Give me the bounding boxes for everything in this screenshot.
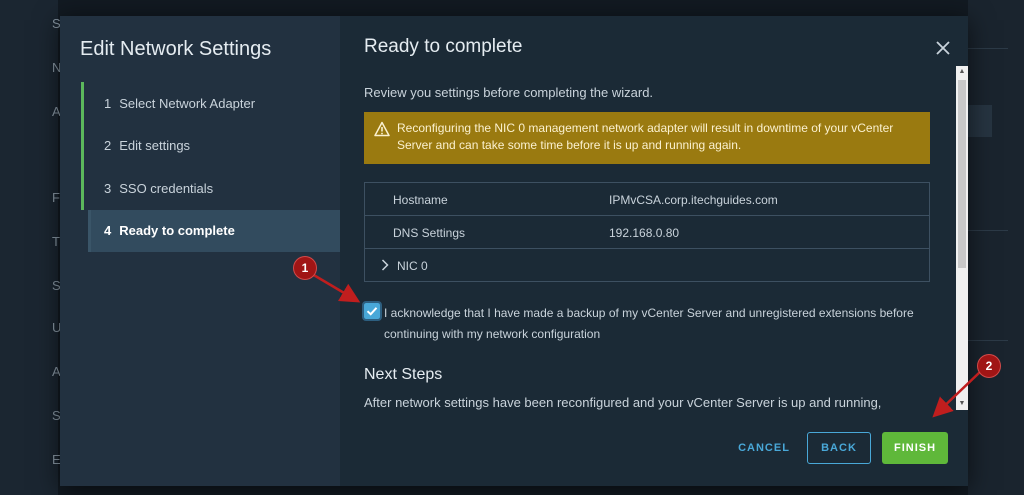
acknowledge-checkbox[interactable]	[362, 301, 382, 321]
finish-button[interactable]: FINISH	[882, 432, 948, 464]
content-scroll-area[interactable]: Review you settings before completing th…	[340, 66, 956, 410]
background-letter: F	[52, 190, 60, 205]
step-sso-credentials[interactable]: 3 SSO credentials	[81, 167, 340, 210]
background-letter: T	[52, 234, 60, 249]
wizard-step-list: 1 Select Network Adapter 2 Edit settings…	[81, 82, 340, 252]
nic-label: NIC 0	[397, 259, 428, 273]
step-number: 2	[104, 138, 112, 154]
back-button[interactable]: BACK	[807, 432, 871, 464]
nic-expander-row[interactable]: NIC 0	[365, 249, 929, 282]
page-title: Ready to complete	[364, 36, 523, 57]
warning-icon	[374, 121, 390, 137]
step-label: SSO credentials	[119, 180, 214, 196]
step-label: Edit settings	[119, 138, 191, 154]
next-steps-text: After network settings have been reconfi…	[364, 395, 882, 410]
scroll-down-arrow-icon[interactable]: ▼	[956, 398, 968, 410]
warning-text: Reconfiguring the NIC 0 management netwo…	[397, 121, 894, 152]
summary-table: Hostname IPMvCSA.corp.itechguides.com DN…	[364, 182, 930, 282]
hostname-label: Hostname	[393, 193, 448, 207]
table-row: Hostname IPMvCSA.corp.itechguides.com	[365, 183, 929, 216]
step-label: Ready to complete	[119, 223, 235, 239]
step-ready-to-complete[interactable]: 4 Ready to complete	[88, 209, 340, 252]
background-divider	[968, 48, 1008, 49]
annotation-badge-1: 1	[294, 257, 316, 279]
step-number: 1	[104, 95, 112, 111]
warning-banner: Reconfiguring the NIC 0 management netwo…	[364, 112, 930, 164]
background-sidebar	[0, 0, 58, 495]
wizard-steps-pane: Edit Network Settings 1 Select Network A…	[60, 16, 340, 486]
table-row: DNS Settings 192.168.0.80	[365, 216, 929, 249]
vertical-scrollbar[interactable]: ▲ ▼	[956, 66, 968, 410]
background-right-block	[968, 105, 992, 137]
dns-settings-value: 192.168.0.80	[609, 226, 680, 240]
dns-settings-label: DNS Settings	[393, 226, 466, 240]
annotation-badge-2: 2	[978, 355, 1000, 377]
hostname-value: IPMvCSA.corp.itechguides.com	[609, 193, 778, 207]
scrollbar-thumb[interactable]	[958, 80, 966, 268]
acknowledge-label[interactable]: I acknowledge that I have made a backup …	[384, 303, 924, 345]
intro-text: Review you settings before completing th…	[364, 85, 654, 100]
cancel-button[interactable]: CANCEL	[724, 432, 804, 464]
background-right-panel	[968, 0, 1024, 495]
checkmark-icon	[366, 307, 378, 316]
background-divider	[968, 230, 1008, 231]
close-icon[interactable]	[934, 40, 952, 58]
dialog-title: Edit Network Settings	[80, 38, 272, 60]
background-divider	[968, 340, 1008, 341]
chevron-right-icon[interactable]	[381, 259, 389, 271]
close-icon[interactable]	[936, 41, 950, 55]
step-number: 4	[104, 223, 112, 239]
step-edit-settings[interactable]: 2 Edit settings	[81, 124, 340, 167]
edit-network-settings-dialog: Edit Network Settings 1 Select Network A…	[60, 16, 968, 486]
wizard-content-pane: Ready to complete Review you settings be…	[340, 16, 968, 486]
step-select-network-adapter[interactable]: 1 Select Network Adapter	[81, 82, 340, 125]
step-number: 3	[104, 180, 112, 196]
next-steps-heading: Next Steps	[364, 366, 443, 383]
scroll-up-arrow-icon[interactable]: ▲	[956, 66, 968, 78]
step-label: Select Network Adapter	[119, 95, 256, 111]
